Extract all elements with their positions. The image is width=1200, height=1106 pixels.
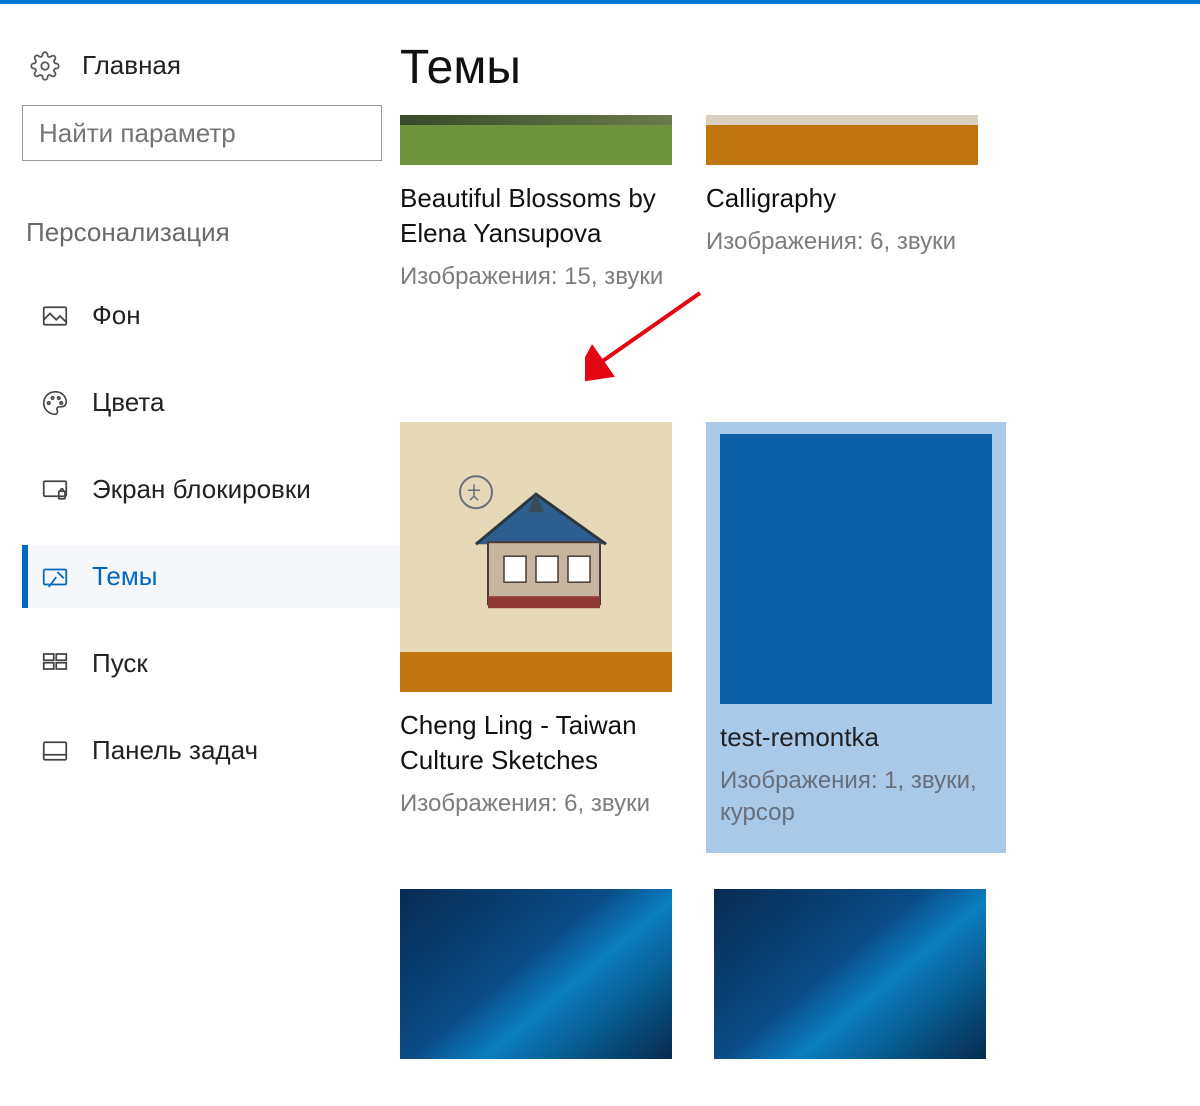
- themes-grid-continued: [400, 889, 1200, 1059]
- theme-title: Cheng Ling - Taiwan Culture Sketches: [400, 708, 672, 778]
- theme-card[interactable]: [400, 889, 672, 1059]
- theme-thumbnail: [720, 434, 992, 704]
- theme-thumbnail: [400, 115, 672, 165]
- theme-subtitle: Изображения: 1, звуки, курсор: [720, 765, 992, 830]
- start-icon: [40, 649, 70, 679]
- theme-thumbnail: [706, 115, 978, 165]
- theme-card[interactable]: Calligraphy Изображения: 6, звуки: [706, 115, 978, 294]
- nav-item-themes[interactable]: Темы: [22, 545, 400, 608]
- lock-screen-icon: [40, 475, 70, 505]
- theme-thumbnail: [714, 889, 986, 1059]
- nav-item-start[interactable]: Пуск: [22, 632, 400, 695]
- theme-thumbnail: [400, 889, 672, 1059]
- nav-label: Экран блокировки: [92, 474, 311, 505]
- theme-title: Calligraphy: [706, 181, 978, 216]
- theme-title: test-remontka: [720, 720, 992, 755]
- theme-subtitle: Изображения: 15, звуки: [400, 261, 672, 293]
- theme-thumbnail: [400, 422, 672, 692]
- palette-icon: [40, 388, 70, 418]
- nav-item-taskbar[interactable]: Панель задач: [22, 719, 400, 782]
- search-input[interactable]: [39, 118, 374, 149]
- home-label: Главная: [82, 50, 181, 81]
- nav-label: Панель задач: [92, 735, 258, 766]
- main-content: Темы Beautiful Blossoms by Elena Yansupo…: [400, 4, 1200, 1059]
- nav-label: Пуск: [92, 648, 148, 679]
- theme-card[interactable]: [714, 889, 986, 1059]
- nav-item-lockscreen[interactable]: Экран блокировки: [22, 458, 400, 521]
- home-link[interactable]: Главная: [22, 44, 400, 105]
- nav-label: Фон: [92, 300, 141, 331]
- nav-list: Фон Цвета Экран блокировки Темы: [22, 284, 400, 806]
- theme-subtitle: Изображения: 6, звуки: [706, 226, 978, 258]
- search-box[interactable]: [22, 105, 382, 161]
- themes-grid: Beautiful Blossoms by Elena Yansupova Из…: [400, 115, 1080, 853]
- themes-icon: [40, 562, 70, 592]
- nav-item-colors[interactable]: Цвета: [22, 371, 400, 434]
- page-title: Темы: [400, 40, 1200, 95]
- sidebar-section-header: Персонализация: [26, 217, 400, 248]
- theme-subtitle: Изображения: 6, звуки: [400, 788, 672, 820]
- sidebar: Главная Персонализация Фон Цвета: [0, 4, 400, 1059]
- nav-label: Темы: [92, 561, 157, 592]
- theme-title: Beautiful Blossoms by Elena Yansupova: [400, 181, 672, 251]
- theme-card[interactable]: Cheng Ling - Taiwan Culture Sketches Изо…: [400, 422, 672, 854]
- theme-card[interactable]: Beautiful Blossoms by Elena Yansupova Из…: [400, 115, 672, 294]
- house-sketch-icon: [436, 464, 636, 624]
- nav-item-background[interactable]: Фон: [22, 284, 400, 347]
- taskbar-icon: [40, 736, 70, 766]
- gear-icon: [30, 51, 60, 81]
- nav-label: Цвета: [92, 387, 164, 418]
- theme-card-selected[interactable]: test-remontka Изображения: 1, звуки, кур…: [706, 422, 1006, 854]
- picture-icon: [40, 301, 70, 331]
